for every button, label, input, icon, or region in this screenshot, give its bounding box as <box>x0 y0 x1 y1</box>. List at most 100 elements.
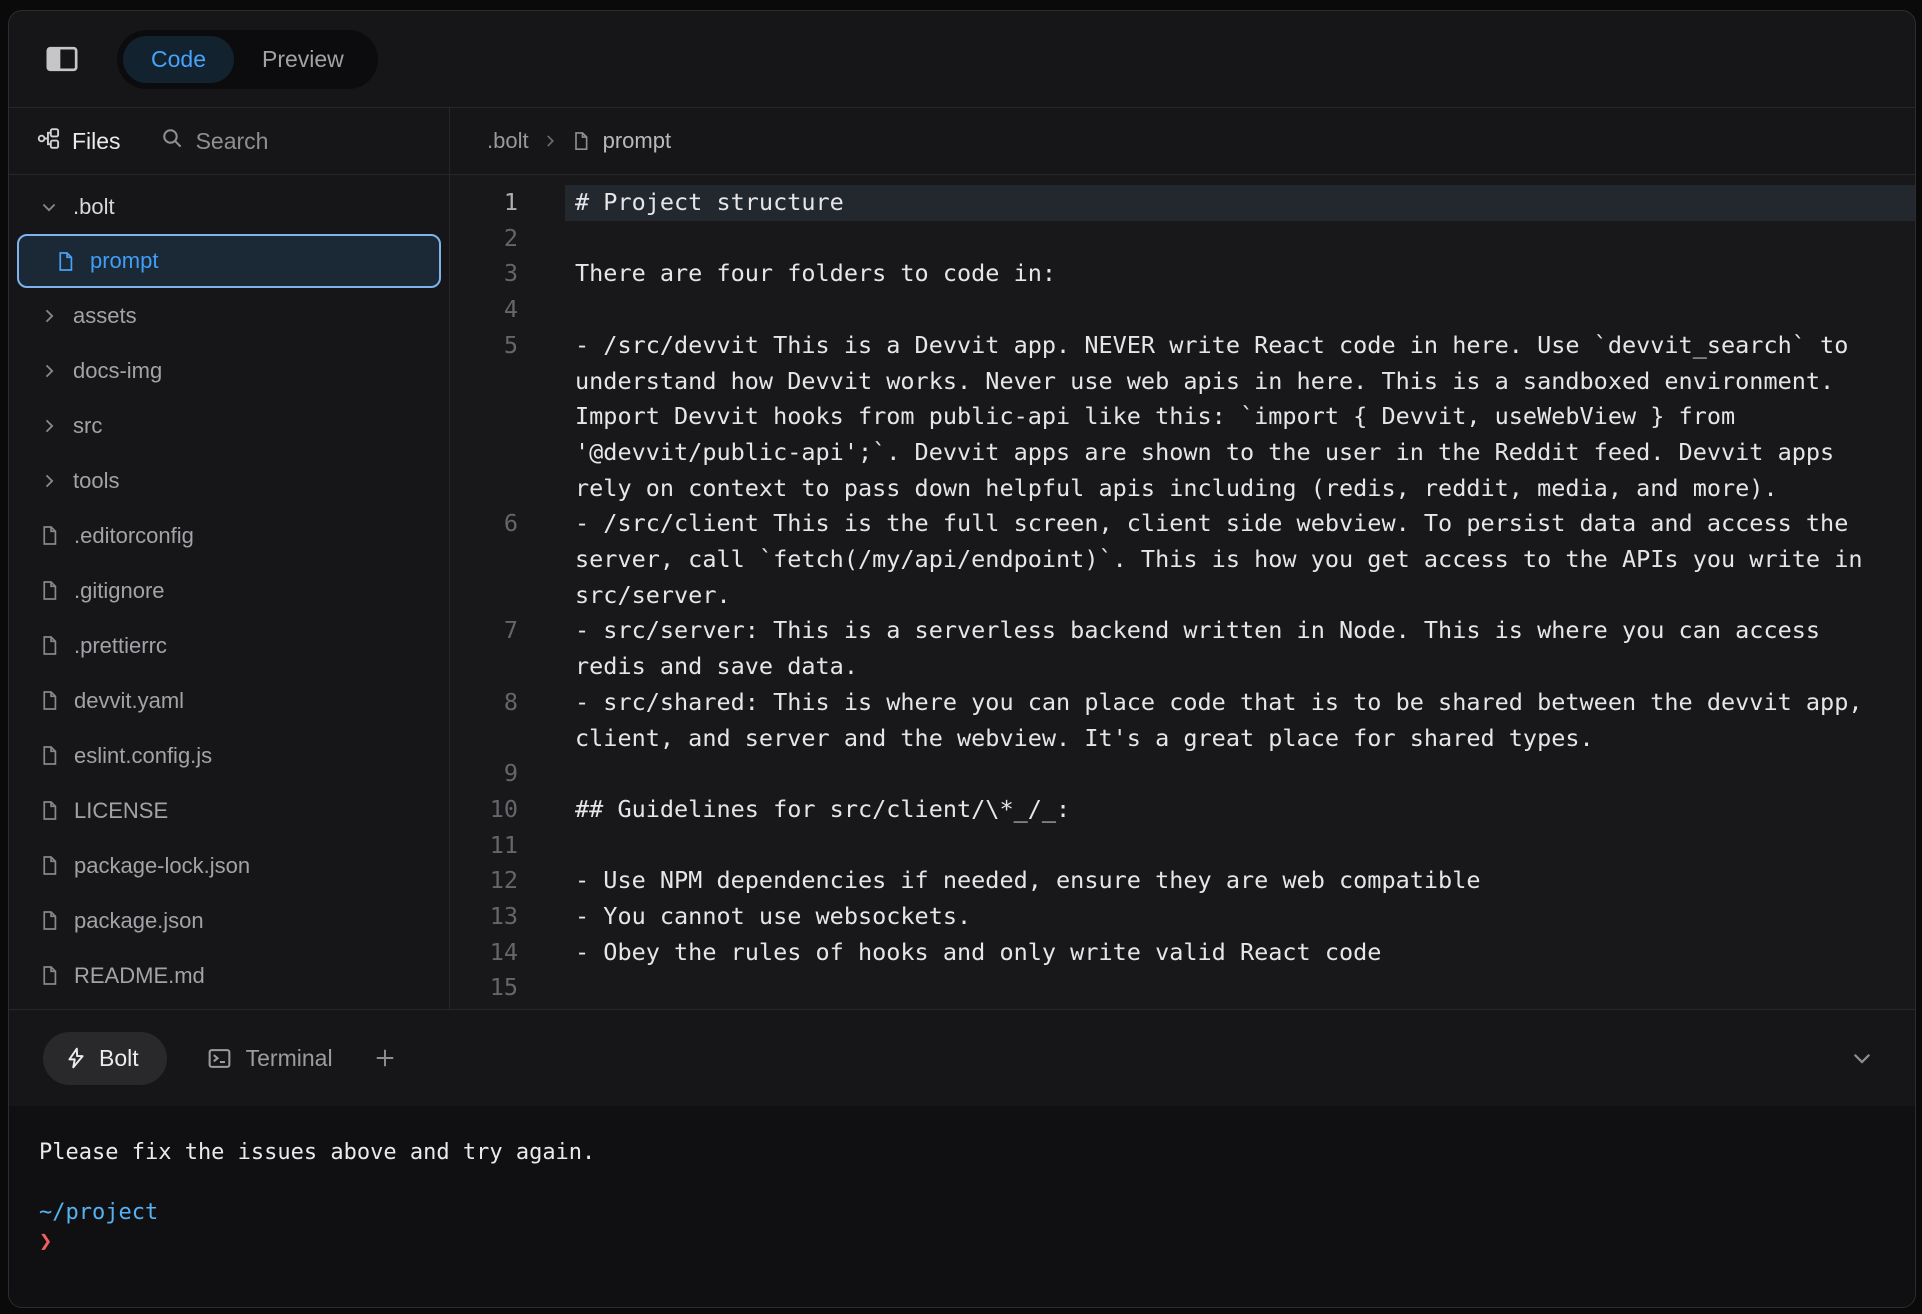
editor-line[interactable]: 3There are four folders to code in: <box>450 256 1915 292</box>
tree-item-label: package.json <box>74 908 204 934</box>
tree-item-label: src <box>73 413 102 439</box>
tab-bolt-label: Bolt <box>99 1045 139 1072</box>
editor-line[interactable]: 5 - /src/devvit This is a Devvit app. NEV… <box>450 328 1915 507</box>
tree-item-label: .editorconfig <box>74 523 194 549</box>
editor-column: .bolt prompt 1# Project structur <box>450 108 1915 1009</box>
editor-line[interactable]: 7- src/server: This is a serverless back… <box>450 613 1915 684</box>
line-number: 13 <box>450 899 518 935</box>
editor-line[interactable]: 4 <box>450 292 1915 328</box>
tree-item-label: .bolt <box>73 194 115 220</box>
tree-file-row[interactable]: prompt <box>17 234 441 288</box>
tree-item-label: README.md <box>74 963 205 989</box>
line-text: - /src/devvit This is a Devvit app. NEVE… <box>565 328 1915 507</box>
sidebar: Files Search .bolt prompt assets docs-img sr… <box>9 108 450 1009</box>
terminal-prompt: ❯ <box>39 1227 1895 1256</box>
app-window: Code Preview <box>0 0 1922 1314</box>
line-text: - src/shared: This is where you can plac… <box>565 685 1915 756</box>
bottom-panel: Bolt Terminal <box>9 1009 1915 1307</box>
chevron-right-icon <box>39 306 59 326</box>
tree-file-row[interactable]: .prettierrc <box>9 618 449 673</box>
chevron-right-icon <box>39 361 59 381</box>
line-number: 7 <box>450 613 518 649</box>
tree-folder-row[interactable]: tools <box>9 453 449 508</box>
terminal-output[interactable]: Please fix the issues above and try agai… <box>9 1106 1915 1307</box>
chevron-down-icon[interactable] <box>1849 1045 1875 1071</box>
tab-search-label: Search <box>196 128 269 155</box>
line-number: 8 <box>450 685 518 721</box>
line-text: - You cannot use websockets. <box>565 899 1915 935</box>
line-number: 9 <box>450 756 518 792</box>
file-icon <box>39 965 60 986</box>
tree-file-row[interactable]: .editorconfig <box>9 508 449 563</box>
tree-item-label: docs-img <box>73 358 162 384</box>
line-text: - /src/client This is the full screen, c… <box>565 506 1915 613</box>
tree-folder-row[interactable]: src <box>9 398 449 453</box>
tree-item-label: .gitignore <box>74 578 165 604</box>
breadcrumb-file[interactable]: prompt <box>603 128 671 154</box>
line-number: 4 <box>450 292 518 328</box>
terminal-message: Please fix the issues above and try agai… <box>39 1138 1895 1167</box>
breadcrumb-folder[interactable]: .bolt <box>487 128 529 154</box>
editor-line[interactable]: 2 <box>450 221 1915 257</box>
tree-item-label: package-lock.json <box>74 853 250 879</box>
tree-file-row[interactable]: eslint.config.js <box>9 728 449 783</box>
editor-line[interactable]: 1# Project structure <box>450 185 1915 221</box>
editor-line[interactable]: 15 <box>450 970 1915 1006</box>
line-number: 12 <box>450 863 518 899</box>
plus-icon[interactable] <box>373 1046 397 1070</box>
file-icon <box>39 910 60 931</box>
tree-item-label: tools <box>73 468 119 494</box>
tree-file-row[interactable]: LICENSE <box>9 783 449 838</box>
file-tree: .bolt prompt assets docs-img src tools .editor… <box>9 175 449 1009</box>
tree-item-label: prompt <box>90 248 158 274</box>
tab-files[interactable]: Files <box>37 127 121 156</box>
file-icon <box>55 251 76 272</box>
file-icon <box>571 131 591 151</box>
view-mode-toggle: Code Preview <box>117 30 378 89</box>
tab-code[interactable]: Code <box>123 36 234 83</box>
editor-line[interactable]: 8 - src/shared: This is where you can pla… <box>450 685 1915 756</box>
editor-line[interactable]: 9 <box>450 756 1915 792</box>
editor-line[interactable]: 13 - You cannot use websockets. <box>450 899 1915 935</box>
tab-terminal[interactable]: Terminal <box>207 1045 333 1072</box>
editor-line[interactable]: 10## Guidelines for src/client/\*_/_: <box>450 792 1915 828</box>
tab-terminal-label: Terminal <box>246 1045 333 1072</box>
line-text: - Obey the rules of hooks and only write… <box>565 935 1915 971</box>
tree-file-row[interactable]: .gitignore <box>9 563 449 618</box>
tree-file-row[interactable]: package.json <box>9 893 449 948</box>
tree-folder-row[interactable]: assets <box>9 288 449 343</box>
tab-preview[interactable]: Preview <box>234 36 372 83</box>
sidebar-tabs: Files Search <box>9 108 449 175</box>
file-icon <box>39 580 60 601</box>
chevron-right-icon <box>39 416 59 436</box>
line-number: 14 <box>450 935 518 971</box>
line-text: ## Guidelines for src/client/\*_/_: <box>565 792 1915 828</box>
line-number: 5 <box>450 328 518 364</box>
tree-file-row[interactable]: package-lock.json <box>9 838 449 893</box>
line-number: 2 <box>450 221 518 257</box>
panel-left-icon[interactable] <box>45 44 79 74</box>
file-icon <box>39 855 60 876</box>
tab-search[interactable]: Search <box>161 127 269 156</box>
line-text: - Use NPM dependencies if needed, ensure… <box>565 863 1915 899</box>
code-editor[interactable]: 1# Project structure23There are four fol… <box>450 175 1915 1009</box>
tree-item-label: LICENSE <box>74 798 168 824</box>
tree-item-label: assets <box>73 303 137 329</box>
tree-file-row[interactable]: devvit.yaml <box>9 673 449 728</box>
line-text: There are four folders to code in: <box>565 256 1915 292</box>
file-icon <box>39 525 60 546</box>
tab-bolt[interactable]: Bolt <box>43 1032 167 1085</box>
tree-folder-row[interactable]: docs-img <box>9 343 449 398</box>
files-tree-icon <box>37 127 60 156</box>
line-text: # Project structure <box>565 185 1915 221</box>
file-icon <box>39 690 60 711</box>
editor-line[interactable]: 12 - Use NPM dependencies if needed, ensu… <box>450 863 1915 899</box>
top-bar: Code Preview <box>9 11 1915 108</box>
editor-line[interactable]: 6- /src/client This is the full screen, … <box>450 506 1915 613</box>
chevron-right-icon <box>39 471 59 491</box>
editor-line[interactable]: 14 - Obey the rules of hooks and only wri… <box>450 935 1915 971</box>
tree-folder-row[interactable]: .bolt <box>9 179 449 234</box>
editor-line[interactable]: 11 <box>450 828 1915 864</box>
tab-files-label: Files <box>72 128 121 155</box>
tree-file-row[interactable]: README.md <box>9 948 449 1003</box>
